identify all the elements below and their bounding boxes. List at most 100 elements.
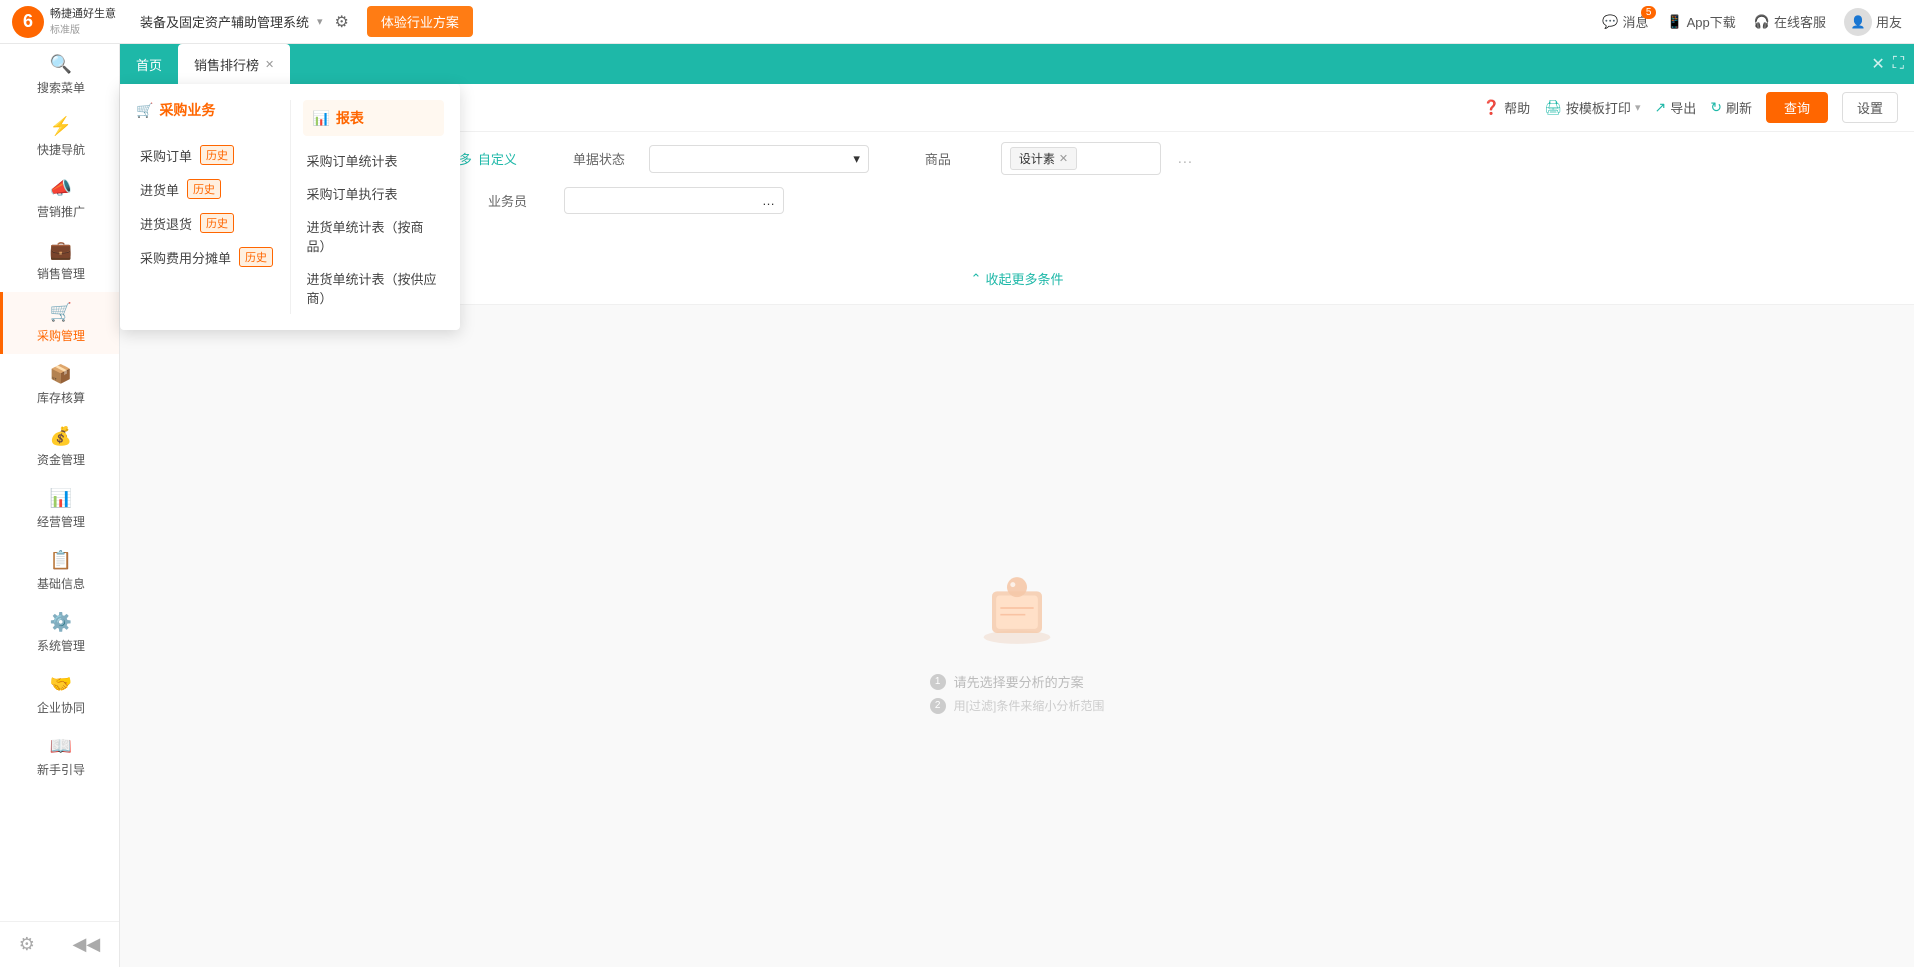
order-exec-label: 采购订单执行表 bbox=[307, 184, 398, 203]
goods-tag-label: 设计素 bbox=[1019, 150, 1055, 167]
refresh-btn[interactable]: ↻ 刷新 bbox=[1710, 98, 1752, 117]
menu-item-inbound-stats-goods[interactable]: 进货单统计表（按商品） bbox=[303, 210, 445, 262]
sidebar-item-sales[interactable]: 💼 销售管理 bbox=[0, 230, 119, 292]
date-custom[interactable]: 自定义 bbox=[478, 149, 517, 168]
goods-tag: 设计素 ✕ bbox=[1010, 147, 1077, 170]
sidebar-item-quick-nav[interactable]: ⚡ 快捷导航 bbox=[0, 106, 119, 168]
menu-item-inbound[interactable]: 进货单 历史 bbox=[136, 172, 278, 206]
sidebar-item-basic-info[interactable]: 📋 基础信息 bbox=[0, 540, 119, 602]
collapse-sidebar-icon[interactable]: ◀◀ bbox=[73, 934, 101, 955]
sidebar-item-purchase[interactable]: 🛒 采购管理 bbox=[0, 292, 119, 354]
tab-home[interactable]: 首页 bbox=[120, 44, 178, 84]
online-service-item[interactable]: 🎧 在线客服 bbox=[1754, 12, 1826, 31]
app-download-label: App下载 bbox=[1687, 12, 1736, 31]
collapse-icon: ⌃ bbox=[971, 271, 982, 287]
menu-item-purchase-order[interactable]: 采购订单 历史 bbox=[136, 138, 278, 172]
report-col-title: 📊 报表 bbox=[303, 100, 445, 136]
sidebar-item-guide[interactable]: 📖 新手引导 bbox=[0, 726, 119, 788]
user-item[interactable]: 👤 用友 bbox=[1844, 8, 1902, 36]
export-btn[interactable]: ↗ 导出 bbox=[1654, 98, 1696, 117]
print-icon: 🖨 bbox=[1544, 99, 1562, 116]
sidebar-item-operations[interactable]: 📊 经营管理 bbox=[0, 478, 119, 540]
sidebar-label-quick-nav: 快捷导航 bbox=[37, 141, 85, 158]
inbound-stats-goods-label: 进货单统计表（按商品） bbox=[307, 217, 441, 255]
salesperson-select-arrow-icon: … bbox=[762, 193, 775, 208]
goods-tag-close-icon[interactable]: ✕ bbox=[1059, 152, 1068, 165]
dropdown-arrow-icon[interactable]: ▾ bbox=[317, 15, 323, 28]
select-arrow-icon: ▾ bbox=[853, 151, 860, 167]
industry-btn[interactable]: 体验行业方案 bbox=[367, 6, 473, 37]
empty-illustration bbox=[967, 558, 1067, 658]
return-goods-label: 进货退货 bbox=[140, 214, 192, 233]
menu-item-inbound-stats-supplier[interactable]: 进货单统计表（按供应商） bbox=[303, 262, 445, 314]
sidebar-label-basic-info: 基础信息 bbox=[37, 575, 85, 592]
tab-close-icon[interactable]: ✕ bbox=[265, 58, 274, 71]
empty-hint-text-1: 请先选择要分析的方案 bbox=[954, 672, 1084, 691]
sidebar-item-cooperation[interactable]: 🤝 企业协同 bbox=[0, 664, 119, 726]
empty-hint-text-2: 用[过滤]条件来缩小分析范围 bbox=[954, 697, 1105, 714]
logo-text: 畅捷通好生意 标准版 bbox=[50, 7, 116, 36]
goods-more-icon[interactable]: … bbox=[1177, 150, 1193, 168]
dropdown-menu: 🛒 采购业务 采购订单 历史 进货单 历史 进货退货 历史 采购费用分摊单 历史… bbox=[120, 84, 460, 330]
print-dropdown-icon[interactable]: ▾ bbox=[1635, 101, 1641, 114]
sidebar-item-finance[interactable]: 💰 资金管理 bbox=[0, 416, 119, 478]
basic-info-icon: 📋 bbox=[50, 550, 72, 571]
sidebar-item-marketing[interactable]: 📣 营销推广 bbox=[0, 168, 119, 230]
guide-icon: 📖 bbox=[50, 736, 72, 757]
cooperation-icon: 🤝 bbox=[50, 674, 72, 695]
sidebar-item-inventory[interactable]: 📦 库存核算 bbox=[0, 354, 119, 416]
menu-item-return-goods[interactable]: 进货退货 历史 bbox=[136, 206, 278, 240]
expense-split-label: 采购费用分摊单 bbox=[140, 248, 231, 267]
export-icon: ↗ bbox=[1654, 99, 1666, 116]
salesperson-select[interactable]: … bbox=[564, 187, 784, 214]
settings-gear-icon[interactable]: ⚙ bbox=[335, 12, 349, 32]
message-item[interactable]: 💬 消息 5 bbox=[1602, 12, 1648, 31]
system-icon: ⚙️ bbox=[50, 612, 72, 633]
goods-filter[interactable]: 设计素 ✕ bbox=[1001, 142, 1161, 175]
refresh-label: 刷新 bbox=[1726, 98, 1752, 117]
inbound-history: 历史 bbox=[187, 179, 221, 199]
print-btn[interactable]: 🖨 按模板打印 ▾ bbox=[1544, 98, 1640, 117]
menu-item-order-exec[interactable]: 采购订单执行表 bbox=[303, 177, 445, 210]
goods-label: 商品 bbox=[925, 149, 985, 168]
order-status-select[interactable]: ▾ bbox=[649, 145, 869, 173]
tab-home-label: 首页 bbox=[136, 55, 162, 74]
tab-sales-ranking[interactable]: 销售排行榜 ✕ bbox=[178, 44, 290, 84]
menu-item-order-stats[interactable]: 采购订单统计表 bbox=[303, 144, 445, 177]
sidebar-label-sales: 销售管理 bbox=[37, 265, 85, 282]
sidebar-label-finance: 资金管理 bbox=[37, 451, 85, 468]
close-window-icon[interactable]: ✕ bbox=[1871, 54, 1884, 74]
sales-icon: 💼 bbox=[50, 240, 72, 261]
settings-bottom-icon[interactable]: ⚙ bbox=[19, 934, 35, 955]
export-label: 导出 bbox=[1670, 98, 1696, 117]
help-label: 帮助 bbox=[1504, 98, 1530, 117]
app-download-item[interactable]: 📱 App下载 bbox=[1666, 12, 1735, 31]
sidebar-item-search[interactable]: 🔍 搜索菜单 bbox=[0, 44, 119, 106]
help-btn[interactable]: ❓ 帮助 bbox=[1483, 98, 1530, 117]
inbound-label: 进货单 bbox=[140, 180, 179, 199]
main-content: 1 请先选择要分析的方案 2 用[过滤]条件来缩小分析范围 bbox=[120, 305, 1914, 967]
purchase-order-label: 采购订单 bbox=[140, 146, 192, 165]
expense-split-history: 历史 bbox=[239, 247, 273, 267]
menu-item-expense-split[interactable]: 采购费用分摊单 历史 bbox=[136, 240, 278, 274]
tab-bar-right: ✕ ⛶ bbox=[1871, 54, 1914, 74]
sidebar-item-system[interactable]: ⚙️ 系统管理 bbox=[0, 602, 119, 664]
inbound-stats-supplier-label: 进货单统计表（按供应商） bbox=[307, 269, 441, 307]
sidebar-bottom: ⚙ ◀◀ bbox=[0, 921, 119, 967]
maximize-icon[interactable]: ⛶ bbox=[1893, 55, 1904, 73]
help-icon: ❓ bbox=[1483, 99, 1500, 116]
report-title-label: 报表 bbox=[336, 108, 364, 128]
logo-icon: 6 bbox=[12, 6, 44, 38]
tab-sales-ranking-label: 销售排行榜 bbox=[194, 55, 259, 74]
system-title: 装备及固定资产辅助管理系统 bbox=[140, 12, 309, 31]
sidebar-label-inventory: 库存核算 bbox=[37, 389, 85, 406]
report-menu-icon: 📊 bbox=[313, 110, 330, 127]
query-button[interactable]: 查询 bbox=[1766, 92, 1828, 123]
search-icon: 🔍 bbox=[50, 54, 72, 75]
sidebar: 🔍 搜索菜单 ⚡ 快捷导航 📣 营销推广 💼 销售管理 🛒 采购管理 📦 库存核… bbox=[0, 44, 120, 967]
settings-button[interactable]: 设置 bbox=[1842, 92, 1898, 123]
marketing-icon: 📣 bbox=[50, 178, 72, 199]
online-service-label: 在线客服 bbox=[1774, 12, 1826, 31]
return-goods-history: 历史 bbox=[200, 213, 234, 233]
header-title: 装备及固定资产辅助管理系统 ▾ ⚙ 体验行业方案 bbox=[140, 6, 1602, 37]
